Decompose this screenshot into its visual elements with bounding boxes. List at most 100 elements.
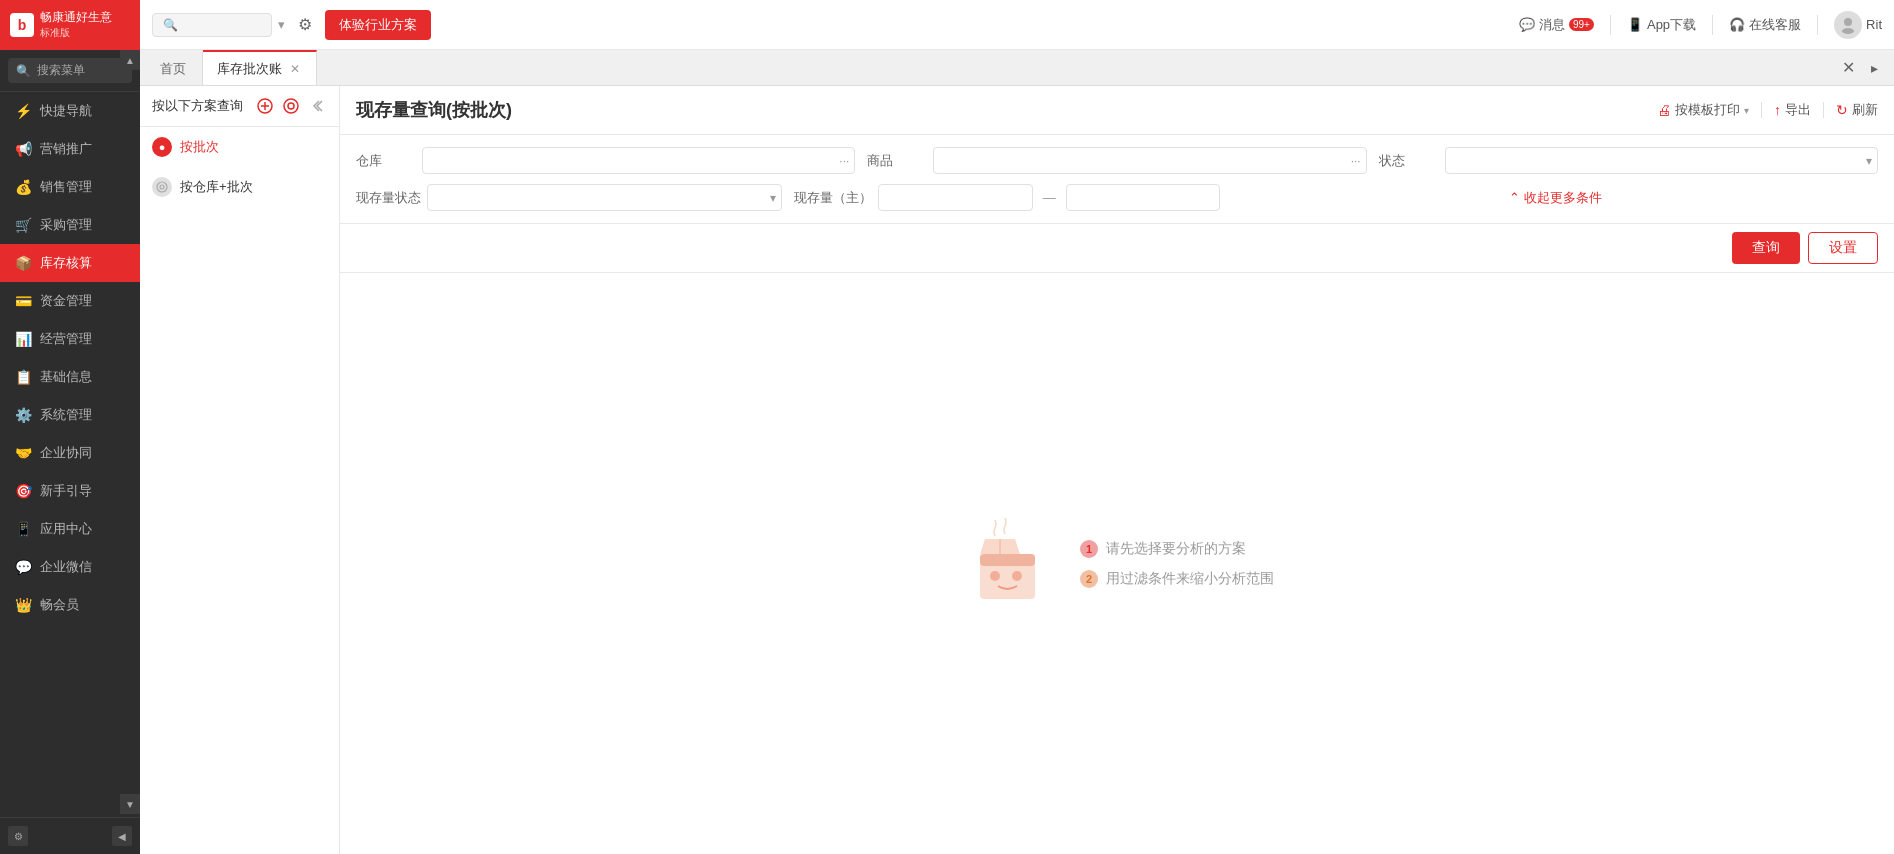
nav-quick[interactable]: ⚡ 快捷导航 (0, 92, 140, 130)
product-input[interactable] (933, 147, 1366, 174)
topbar-dropdown-icon[interactable]: ▾ (278, 17, 285, 32)
system-icon: ⚙️ (14, 406, 32, 424)
tab-batch-label: 库存批次账 (217, 60, 282, 78)
collapse-label: 收起更多条件 (1524, 189, 1602, 207)
experience-btn[interactable]: 体验行业方案 (325, 10, 431, 40)
tab-home[interactable]: 首页 (144, 50, 203, 85)
collapse-sidebar-btn[interactable]: ◀ (112, 826, 132, 846)
svg-point-1 (1842, 28, 1854, 34)
tip-num-2: 2 (1080, 570, 1098, 588)
sidebar-search-box[interactable]: 🔍 搜索菜单 (8, 58, 132, 83)
sidebar-search-area[interactable]: 🔍 搜索菜单 (0, 50, 140, 92)
left-panel-actions (255, 96, 327, 116)
filter-row-1: 仓库 ··· 商品 ··· 状态 (356, 147, 1878, 174)
nav-app[interactable]: 📱 应用中心 (0, 510, 140, 548)
search-icon: 🔍 (16, 64, 31, 78)
scheme-warehouse-icon (152, 177, 172, 197)
print-btn[interactable]: 🖨 按模板打印 ▾ (1657, 101, 1749, 119)
inventory-amount-from-input[interactable] (878, 184, 1033, 211)
nav-operation[interactable]: 📊 经营管理 (0, 320, 140, 358)
refresh-label: 刷新 (1852, 101, 1878, 119)
nav-purchase[interactable]: 🛒 采购管理 (0, 206, 140, 244)
scheme-warehouse-batch[interactable]: 按仓库+批次 (140, 167, 339, 207)
status-dropdown-icon[interactable]: ▾ (1866, 154, 1872, 168)
settings-bottom-btn[interactable]: ⚙ (8, 826, 28, 846)
refresh-btn[interactable]: ↻ 刷新 (1836, 101, 1878, 119)
empty-state-content: 1 请先选择要分析的方案 2 用过滤条件来缩小分析范围 (960, 514, 1274, 614)
nav-wechat[interactable]: 💬 企业微信 (0, 548, 140, 586)
status-label: 状态 (1379, 152, 1439, 170)
divider3 (1817, 15, 1818, 35)
settings-scheme-btn[interactable] (281, 96, 301, 116)
inventory-status-input[interactable] (427, 184, 782, 211)
nav-marketing[interactable]: 📢 营销推广 (0, 130, 140, 168)
app-download-label: App下载 (1647, 16, 1696, 34)
nav-finance[interactable]: 💳 资金管理 (0, 282, 140, 320)
sidebar-scroll-down-btn[interactable]: ▼ (120, 794, 140, 814)
guide-icon: 🎯 (14, 482, 32, 500)
topbar-gear-btn[interactable]: ⚙ (291, 11, 319, 39)
tab-close-btn[interactable]: ✕ (288, 62, 302, 76)
add-scheme-btn[interactable] (255, 96, 275, 116)
topbar-search-box[interactable]: 🔍 (152, 13, 272, 37)
status-field: 状态 ▾ (1379, 147, 1878, 174)
tab-batch-account[interactable]: 库存批次账 ✕ (203, 50, 317, 85)
collapse-more-btn[interactable]: ⌃ 收起更多条件 (1509, 189, 1602, 207)
collapse-left-panel-btn[interactable] (307, 96, 327, 116)
headset-icon: 🎧 (1729, 17, 1745, 32)
close-all-tabs-btn[interactable]: ✕ (1836, 56, 1860, 80)
nav-quick-label: 快捷导航 (40, 102, 92, 120)
export-btn[interactable]: ↑ 导出 (1774, 101, 1811, 119)
user-profile-btn[interactable]: Rit (1834, 11, 1882, 39)
empty-tips: 1 请先选择要分析的方案 2 用过滤条件来缩小分析范围 (1080, 540, 1274, 588)
nav-member-label: 畅会员 (40, 596, 79, 614)
user-name: Rit (1866, 17, 1882, 32)
message-btn[interactable]: 💬 消息 99+ (1519, 16, 1594, 34)
query-btn[interactable]: 查询 (1732, 232, 1800, 264)
print-label: 按模板打印 (1675, 101, 1740, 119)
nav-inventory[interactable]: 📦 库存核算 (0, 244, 140, 282)
left-panel-header: 按以下方案查询 (140, 86, 339, 127)
nav-app-label: 应用中心 (40, 520, 92, 538)
tab-more-btn[interactable]: ▸ (1862, 56, 1886, 80)
nav-basic[interactable]: 📋 基础信息 (0, 358, 140, 396)
online-service-btn[interactable]: 🎧 在线客服 (1729, 16, 1801, 34)
status-input[interactable] (1445, 147, 1878, 174)
scheme-batch[interactable]: ● 按批次 (140, 127, 339, 167)
page-header: 现存量查询(按批次) 🖨 按模板打印 ▾ ↑ 导出 ↻ 刷 (340, 86, 1894, 135)
app-download-btn[interactable]: 📱 App下载 (1627, 16, 1696, 34)
topbar-right: 💬 消息 99+ 📱 App下载 🎧 在线客服 Rit (1519, 11, 1882, 39)
nav-enterprise[interactable]: 🤝 企业协同 (0, 434, 140, 472)
chevron-up-icon: ⌃ (1509, 190, 1520, 205)
nav-guide[interactable]: 🎯 新手引导 (0, 472, 140, 510)
nav-system[interactable]: ⚙️ 系统管理 (0, 396, 140, 434)
nav-basic-label: 基础信息 (40, 368, 92, 386)
inventory-amount-from-wrapper (878, 184, 1033, 211)
brand-name: 畅康通好生意 (40, 10, 112, 26)
sidebar-header: b 畅康通好生意 标准版 (0, 0, 140, 50)
inventory-amount-to-input[interactable] (1066, 184, 1221, 211)
nav-sales[interactable]: 💰 销售管理 (0, 168, 140, 206)
product-more-icon[interactable]: ··· (1351, 154, 1361, 168)
nav-member[interactable]: 👑 畅会员 (0, 586, 140, 624)
inv-status-dropdown-icon[interactable]: ▾ (770, 191, 776, 205)
inventory-status-label: 现存量状态 (356, 189, 421, 207)
warehouse-more-icon[interactable]: ··· (839, 154, 849, 168)
product-field: 商品 ··· (867, 147, 1366, 174)
svg-rect-10 (980, 554, 1035, 566)
divider1 (1610, 15, 1611, 35)
warehouse-field: 仓库 ··· (356, 147, 855, 174)
nav-operation-label: 经营管理 (40, 330, 92, 348)
tip-text-2: 用过滤条件来缩小分析范围 (1106, 570, 1274, 588)
settings-btn[interactable]: 设置 (1808, 232, 1878, 264)
action-divider1 (1761, 102, 1762, 118)
warehouse-input[interactable] (422, 147, 855, 174)
sidebar-scroll-up-btn[interactable]: ▲ (120, 50, 140, 70)
online-service-label: 在线客服 (1749, 16, 1801, 34)
inventory-icon: 📦 (14, 254, 32, 272)
print-icon: 🖨 (1657, 102, 1671, 118)
tabbar: 首页 库存批次账 ✕ ✕ ▸ (140, 50, 1894, 86)
filter-section: 仓库 ··· 商品 ··· 状态 (340, 135, 1894, 224)
tab-home-label: 首页 (160, 60, 186, 78)
svg-point-12 (1012, 571, 1022, 581)
